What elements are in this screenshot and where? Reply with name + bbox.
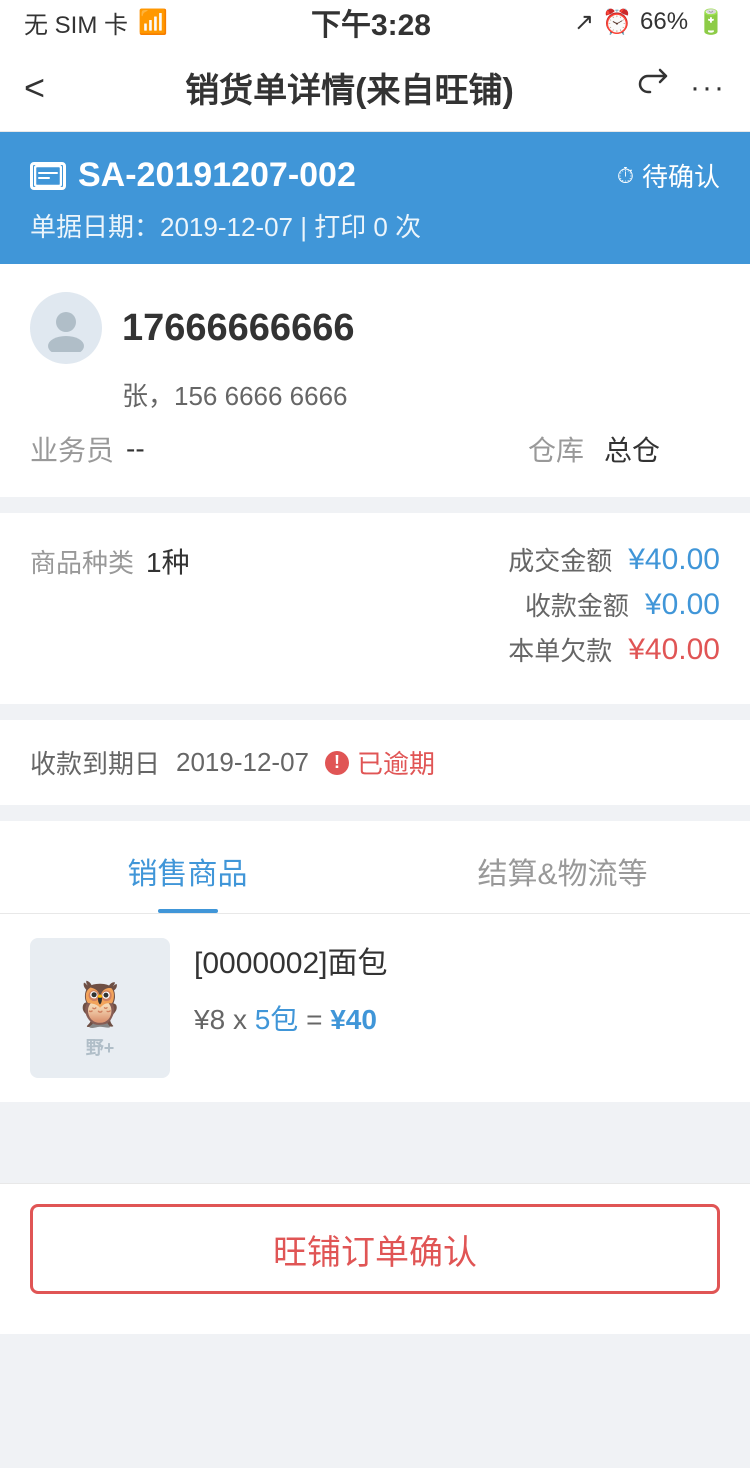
status-left: 无 SIM 卡 📶 (24, 5, 168, 40)
battery-icon: 🔋 (696, 8, 726, 37)
alarm-icon: ⏰ (602, 8, 632, 37)
sales-value: -- (126, 433, 145, 465)
status-time: 下午3:28 (311, 0, 431, 44)
share-button[interactable] (634, 66, 670, 110)
due-date: 2019-12-07 (176, 747, 309, 778)
customer-phone: 17666666666 (122, 307, 354, 350)
product-type: 商品种类 1种 (30, 541, 190, 581)
tabs-container: 销售商品 结算&物流等 (0, 821, 750, 914)
nav-actions: ··· (634, 66, 726, 110)
deal-amount-row: 成交金额 ¥40.00 (508, 541, 720, 578)
warehouse-label: 仓库 (528, 429, 584, 469)
overdue-text: 已逾期 (357, 744, 435, 781)
customer-meta: 业务员 -- 仓库 总仓 (30, 429, 720, 469)
tab-sales-products[interactable]: 销售商品 (0, 821, 375, 913)
order-date: 单据日期：2019-12-07 | 打印 0 次 (30, 207, 720, 244)
warehouse-value: 总仓 (604, 429, 660, 469)
confirm-order-button[interactable]: 旺铺订单确认 (30, 1204, 720, 1294)
battery-label: 66% (640, 8, 688, 36)
product-image: 🦉 野+ (30, 938, 170, 1078)
equals-sign: = (306, 1004, 330, 1035)
due-date-section: 收款到期日 2019-12-07 ! 已逾期 (0, 720, 750, 805)
customer-name: 张，156 6666 6666 (122, 376, 720, 413)
order-status: ⏱ 待确认 (617, 157, 720, 194)
owed-amount-row: 本单欠款 ¥40.00 (508, 631, 720, 668)
avatar (30, 292, 102, 364)
multiply-sign: x (233, 1004, 255, 1035)
product-logo-text: 野+ (86, 1034, 115, 1060)
product-price: ¥8 x 5包 = ¥40 (194, 998, 720, 1038)
location-icon: ↗ (574, 8, 594, 37)
overdue-icon: ! (325, 751, 349, 775)
product-logo: 🦉 (73, 978, 128, 1030)
page-title: 销货单详情(来自旺铺) (65, 63, 634, 112)
amount-summary: 成交金额 ¥40.00 收款金额 ¥0.00 本单欠款 ¥40.00 (508, 541, 720, 676)
more-button[interactable]: ··· (690, 71, 726, 105)
bottom-action-area: 旺铺订单确认 (0, 1183, 750, 1334)
overdue-badge: ! 已逾期 (325, 744, 435, 781)
wifi-icon: 📶 (138, 8, 168, 37)
status-bar: 无 SIM 卡 📶 下午3:28 ↗ ⏰ 66% 🔋 (0, 0, 750, 44)
received-amount-row: 收款金额 ¥0.00 (508, 586, 720, 623)
product-name: [0000002]面包 (194, 938, 720, 982)
customer-section: 17666666666 张，156 6666 6666 业务员 -- 仓库 总仓 (0, 264, 750, 497)
clock-icon: ⏱ (617, 163, 634, 189)
product-qty: 5包 (255, 1004, 299, 1035)
back-button[interactable]: < (24, 67, 65, 109)
summary-section: 商品种类 1种 成交金额 ¥40.00 收款金额 ¥0.00 本单欠款 ¥40.… (0, 513, 750, 704)
due-label: 收款到期日 (30, 744, 160, 781)
sim-label: 无 SIM 卡 (24, 5, 128, 40)
order-id: SA-20191207-002 (30, 156, 356, 195)
product-total: ¥40 (330, 1004, 377, 1035)
status-right: ↗ ⏰ 66% 🔋 (574, 8, 726, 37)
product-info: [0000002]面包 ¥8 x 5包 = ¥40 (194, 938, 720, 1038)
order-header: SA-20191207-002 ⏱ 待确认 单据日期：2019-12-07 | … (0, 132, 750, 264)
order-icon (30, 162, 66, 190)
product-item: 🦉 野+ [0000002]面包 ¥8 x 5包 = ¥40 (0, 914, 750, 1102)
tabs: 销售商品 结算&物流等 (0, 821, 750, 914)
sales-label: 业务员 (30, 429, 114, 469)
nav-bar: < 销货单详情(来自旺铺) ··· (0, 44, 750, 132)
tab-settlement[interactable]: 结算&物流等 (375, 821, 750, 913)
